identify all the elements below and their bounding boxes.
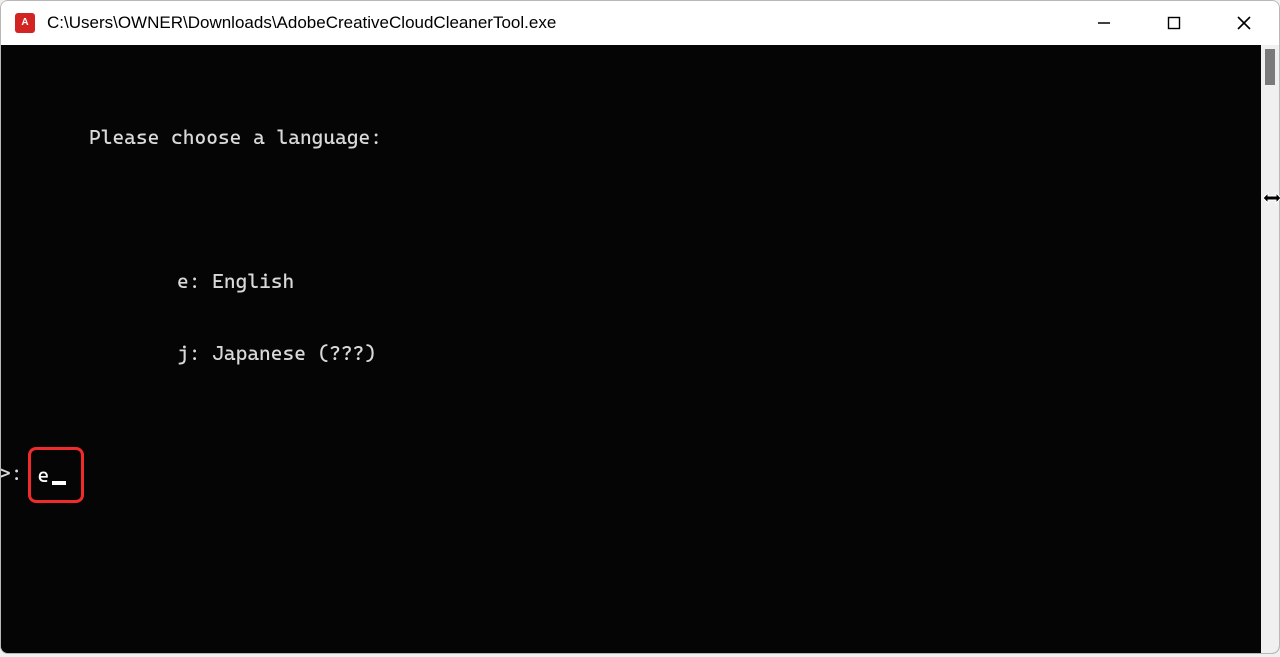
user-input[interactable]: e	[37, 463, 49, 487]
prompt-line: >: e	[1, 461, 1261, 493]
prompt-header: Please choose a language:	[1, 125, 1261, 149]
close-icon	[1236, 15, 1252, 31]
close-button[interactable]	[1209, 1, 1279, 45]
option-japanese: j: Japanese (???)	[1, 341, 1261, 365]
minimize-icon	[1097, 16, 1111, 30]
console-window: A C:\Users\OWNER\Downloads\AdobeCreative…	[0, 0, 1280, 654]
window-title: C:\Users\OWNER\Downloads\AdobeCreativeCl…	[47, 13, 1069, 33]
input-highlight-annotation: e	[28, 447, 84, 503]
terminal-area: Please choose a language: e: English j: …	[1, 45, 1279, 653]
text-cursor	[52, 481, 66, 485]
scrollbar-thumb[interactable]	[1265, 49, 1275, 85]
minimize-button[interactable]	[1069, 1, 1139, 45]
maximize-button[interactable]	[1139, 1, 1209, 45]
adobe-app-icon: A	[15, 13, 35, 33]
vertical-scrollbar[interactable]	[1261, 45, 1279, 653]
option-english: e: English	[1, 269, 1261, 293]
blank-line	[1, 197, 1261, 221]
titlebar[interactable]: A C:\Users\OWNER\Downloads\AdobeCreative…	[1, 1, 1279, 45]
prompt-symbol: >:	[0, 461, 22, 485]
maximize-icon	[1167, 16, 1181, 30]
window-controls	[1069, 1, 1279, 45]
terminal-output[interactable]: Please choose a language: e: English j: …	[1, 45, 1261, 653]
